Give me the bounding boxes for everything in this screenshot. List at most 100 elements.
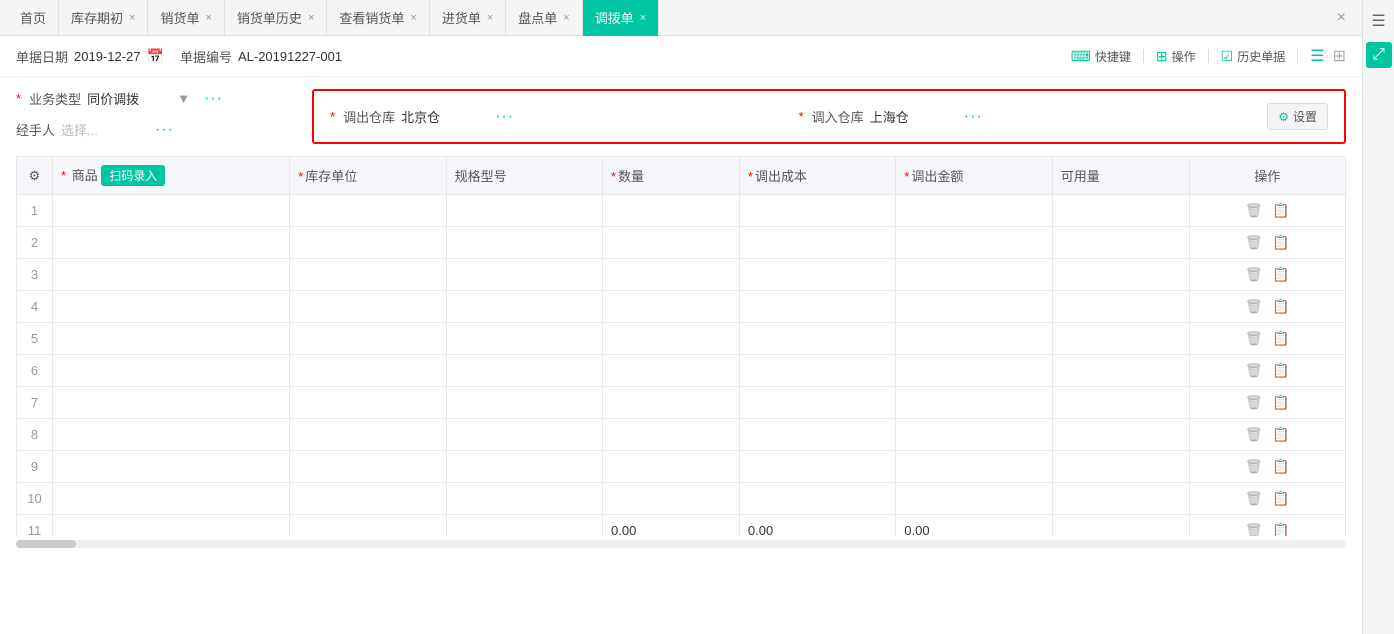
transfer-in-value[interactable]: 上海仓 [870,107,950,126]
delete-row-icon[interactable]: 🗑 [1245,202,1263,218]
qty-cell[interactable] [603,291,740,323]
qty-cell[interactable] [603,227,740,259]
business-type-ellipsis[interactable]: ··· [204,90,223,108]
spec-cell[interactable] [446,195,602,227]
amount-cell[interactable] [896,451,1052,483]
amount-cell[interactable] [896,483,1052,515]
view-toggle[interactable]: ☰ ⊞ [1310,46,1346,66]
qty-cell[interactable] [603,195,740,227]
tab-transfer-order-close[interactable]: × [640,12,646,24]
scan-btn[interactable]: 扫码录入 [101,165,165,186]
product-cell[interactable] [53,291,290,323]
unit-cell[interactable] [290,483,446,515]
product-cell[interactable] [53,419,290,451]
product-cell[interactable] [53,483,290,515]
cost-cell[interactable] [739,451,895,483]
tab-view-sales[interactable]: 查看销货单 × [327,0,429,36]
product-cell[interactable] [53,387,290,419]
copy-row-icon[interactable]: 📋 [1272,234,1289,250]
copy-row-icon[interactable]: 📋 [1272,458,1289,474]
copy-row-icon[interactable]: 📋 [1272,394,1289,410]
unit-cell[interactable] [290,291,446,323]
delete-row-icon[interactable]: 🗑 [1245,266,1263,282]
amount-cell[interactable] [896,259,1052,291]
grid-view-icon[interactable]: ⊞ [1333,46,1346,66]
tab-close-all[interactable]: × [1329,9,1354,27]
cost-cell[interactable] [739,227,895,259]
unit-cell[interactable] [290,259,446,291]
product-cell[interactable] [53,227,290,259]
tab-inventory-check-close[interactable]: × [563,12,569,24]
history-action[interactable]: ☑ 历史单据 [1221,48,1286,65]
tab-purchase-order-close[interactable]: × [487,12,493,24]
handler-placeholder[interactable]: 选择... [61,120,141,139]
col-settings[interactable]: ⚙ [17,157,53,195]
scrollbar-thumb[interactable] [16,540,76,548]
copy-icon[interactable]: 📋 [1272,522,1289,536]
delete-row-icon[interactable]: 🗑 [1245,298,1263,314]
spec-cell[interactable] [446,323,602,355]
qty-cell[interactable] [603,483,740,515]
copy-row-icon[interactable]: 📋 [1272,362,1289,378]
tab-inventory-check[interactable]: 盘点单 × [506,0,582,36]
qty-cell[interactable] [603,323,740,355]
qty-cell[interactable] [603,355,740,387]
unit-cell[interactable] [290,451,446,483]
product-cell[interactable] [53,259,290,291]
horizontal-scrollbar[interactable] [16,540,1346,548]
delete-row-icon[interactable]: 🗑 [1245,330,1263,346]
copy-row-icon[interactable]: 📋 [1272,298,1289,314]
qty-cell[interactable] [603,259,740,291]
spec-cell[interactable] [446,451,602,483]
operations-action[interactable]: ⊞ 操作 [1156,48,1196,65]
product-cell[interactable] [53,323,290,355]
cost-cell[interactable] [739,419,895,451]
tab-home[interactable]: 首页 [8,0,59,36]
copy-row-icon[interactable]: 📋 [1272,266,1289,282]
cost-cell[interactable] [739,195,895,227]
spec-cell[interactable] [446,483,602,515]
copy-row-icon[interactable]: 📋 [1272,330,1289,346]
transfer-in-ellipsis[interactable]: ··· [964,108,983,126]
product-cell[interactable] [53,451,290,483]
tab-sales-history-close[interactable]: × [308,12,314,24]
amount-cell[interactable] [896,291,1052,323]
cost-cell[interactable] [739,355,895,387]
cost-cell[interactable] [739,259,895,291]
product-cell[interactable] [53,355,290,387]
qty-cell[interactable] [603,419,740,451]
tab-transfer-order[interactable]: 调拨单 × [583,0,659,36]
tab-inventory-init-close[interactable]: × [129,12,135,24]
delete-row-icon[interactable]: 🗑 [1245,394,1263,410]
tab-inventory-init[interactable]: 库存期初 × [59,0,148,36]
product-cell[interactable] [53,195,290,227]
tab-sales-order-close[interactable]: × [205,12,211,24]
spec-cell[interactable] [446,419,602,451]
tab-purchase-order[interactable]: 进货单 × [430,0,506,36]
copy-row-icon[interactable]: 📋 [1272,426,1289,442]
unit-cell[interactable] [290,355,446,387]
copy-row-icon[interactable]: 📋 [1272,202,1289,218]
tab-sales-order[interactable]: 销货单 × [148,0,224,36]
sidebar-list-icon[interactable]: ☰ [1366,8,1392,34]
tab-view-sales-close[interactable]: × [410,12,416,24]
settings-button[interactable]: ⚙ 设置 [1267,103,1328,130]
transfer-out-value[interactable]: 北京仓 [401,107,481,126]
unit-cell[interactable] [290,195,446,227]
list-view-icon[interactable]: ☰ [1310,46,1324,66]
handler-ellipsis[interactable]: ··· [155,121,174,139]
delete-row-icon[interactable]: 🗑 [1245,490,1263,506]
unit-cell[interactable] [290,227,446,259]
unit-cell[interactable] [290,419,446,451]
delete-icon[interactable]: 🗑 [1245,522,1263,536]
spec-cell[interactable] [446,259,602,291]
shortcuts-action[interactable]: ⌨ 快捷键 [1071,48,1131,65]
spec-cell[interactable] [446,291,602,323]
business-type-value[interactable]: 同价调拨 [87,89,167,108]
tab-sales-history[interactable]: 销货单历史 × [225,0,327,36]
qty-cell[interactable] [603,451,740,483]
copy-row-icon[interactable]: 📋 [1272,490,1289,506]
amount-cell[interactable] [896,195,1052,227]
unit-cell[interactable] [290,387,446,419]
delete-row-icon[interactable]: 🗑 [1245,426,1263,442]
